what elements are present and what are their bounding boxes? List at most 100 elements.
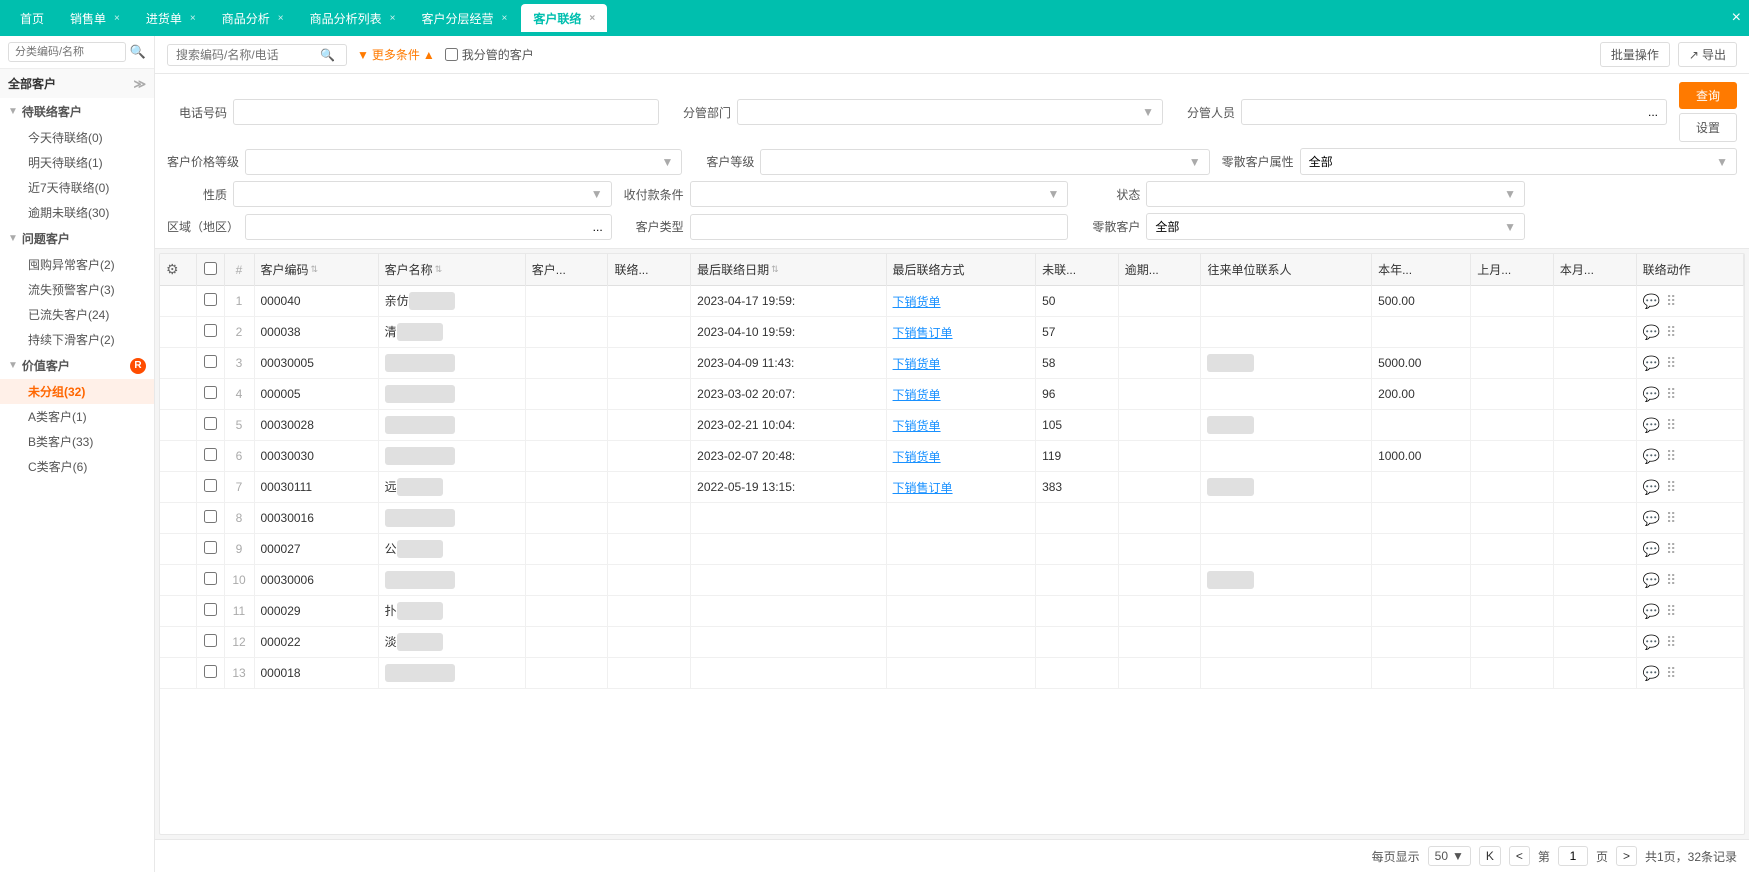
cell-checkbox[interactable] [196,317,224,348]
nav-tab-customer-contact[interactable]: 客户联络 × [521,4,607,32]
sidebar-item-class-b[interactable]: B类客户(33) [0,429,154,454]
sidebar-item-overdue[interactable]: 逾期未联络(30) [0,200,154,225]
phone-input[interactable] [233,99,659,125]
page-number-input[interactable] [1558,846,1588,866]
cell-checkbox[interactable] [196,472,224,503]
action-grid-icon[interactable]: ⠿ [1666,541,1676,558]
cell-checkbox[interactable] [196,627,224,658]
nav-tab-product-list-close[interactable]: × [390,13,396,24]
retail-customer-input[interactable]: 全部 ▼ [1146,213,1525,240]
nav-tab-sales[interactable]: 销售单 × [58,4,132,32]
cell-checkbox[interactable] [196,503,224,534]
action-grid-icon[interactable]: ⠿ [1666,293,1676,310]
action-comment-icon[interactable]: 💬 [1643,386,1660,403]
sidebar-group-value[interactable]: ▼ 价值客户 R [0,352,154,379]
sidebar-search-input[interactable] [8,42,126,62]
action-comment-icon[interactable]: 💬 [1643,603,1660,620]
action-grid-icon[interactable]: ⠿ [1666,448,1676,465]
col-customer-code[interactable]: 客户编码⇅ [254,254,378,286]
cell-checkbox[interactable] [196,658,224,689]
cell-checkbox[interactable] [196,534,224,565]
sidebar-group-problem[interactable]: ▼ 问题客户 [0,225,154,252]
status-input[interactable]: ▼ [1146,181,1525,207]
cell-checkbox[interactable] [196,441,224,472]
nav-tab-customer-tier-close[interactable]: × [501,13,507,24]
row-checkbox[interactable] [204,293,217,306]
filter-my-customers[interactable]: 我分管的客户 [445,46,534,63]
row-checkbox[interactable] [204,417,217,430]
col-checkbox[interactable] [196,254,224,286]
action-grid-icon[interactable]: ⠿ [1666,324,1676,341]
filter-search-box[interactable]: 🔍 [167,44,347,66]
cell-checkbox[interactable] [196,565,224,596]
nav-tab-purchase[interactable]: 进货单 × [134,4,208,32]
row-checkbox[interactable] [204,355,217,368]
first-page-button[interactable]: K [1479,846,1501,866]
last-method-link[interactable]: 下销售订单 [893,326,953,340]
query-button[interactable]: 查询 [1679,82,1737,109]
cell-checkbox[interactable] [196,379,224,410]
price-level-input[interactable]: ▼ [245,149,682,175]
gear-icon[interactable]: ⚙ [166,261,179,277]
row-checkbox[interactable] [204,541,217,554]
row-checkbox[interactable] [204,386,217,399]
cell-checkbox[interactable] [196,286,224,317]
nav-tab-product-analysis-close[interactable]: × [278,13,284,24]
nav-tab-product-analysis[interactable]: 商品分析 × [210,4,296,32]
last-method-link[interactable]: 下销货单 [893,357,941,371]
action-comment-icon[interactable]: 💬 [1643,448,1660,465]
filter-search-icon[interactable]: 🔍 [320,48,335,62]
sidebar-item-tomorrow[interactable]: 明天待联络(1) [0,150,154,175]
sidebar-group-pending[interactable]: ▼ 待联络客户 [0,98,154,125]
action-comment-icon[interactable]: 💬 [1643,634,1660,651]
nav-tab-home[interactable]: 首页 [8,4,56,32]
action-grid-icon[interactable]: ⠿ [1666,479,1676,496]
nav-tab-product-list[interactable]: 商品分析列表 × [298,4,408,32]
customer-type-input[interactable] [690,214,1069,240]
sidebar-item-today[interactable]: 今天待联络(0) [0,125,154,150]
batch-op-button[interactable]: 批量操作 [1600,42,1670,67]
row-checkbox[interactable] [204,448,217,461]
action-comment-icon[interactable]: 💬 [1643,665,1660,682]
sidebar-item-churn-warning[interactable]: 流失预警客户(3) [0,277,154,302]
level-input[interactable]: ▼ [760,149,1209,175]
sidebar-item-class-c[interactable]: C类客户(6) [0,454,154,479]
action-grid-icon[interactable]: ⠿ [1666,355,1676,372]
last-method-link[interactable]: 下销货单 [893,295,941,309]
action-comment-icon[interactable]: 💬 [1643,572,1660,589]
action-comment-icon[interactable]: 💬 [1643,479,1660,496]
action-comment-icon[interactable]: 💬 [1643,355,1660,372]
prev-page-button[interactable]: < [1509,846,1530,866]
row-checkbox[interactable] [204,479,217,492]
action-comment-icon[interactable]: 💬 [1643,417,1660,434]
nav-tab-purchase-close[interactable]: × [190,13,196,24]
action-grid-icon[interactable]: ⠿ [1666,603,1676,620]
my-customers-checkbox[interactable] [445,48,458,61]
action-grid-icon[interactable]: ⠿ [1666,510,1676,527]
col-gear[interactable]: ⚙ [160,254,196,286]
sidebar-item-declining[interactable]: 持续下滑客户(2) [0,327,154,352]
col-customer-name[interactable]: 客户名称⇅ [378,254,525,286]
retail-attr-input[interactable]: 全部 ▼ [1300,148,1737,175]
row-checkbox[interactable] [204,510,217,523]
nature-input[interactable]: ▼ [233,181,612,207]
manager-input[interactable]: ... [1241,99,1667,125]
filter-more-conditions[interactable]: ▼ 更多条件 ▲ [357,46,435,63]
close-all-tabs[interactable]: × [1732,9,1741,27]
payment-input[interactable]: ▼ [690,181,1069,207]
action-grid-icon[interactable]: ⠿ [1666,417,1676,434]
last-method-link[interactable]: 下销货单 [893,388,941,402]
sidebar-item-ungroup[interactable]: 未分组(32) [0,379,154,404]
row-checkbox[interactable] [204,665,217,678]
nav-tab-sales-close[interactable]: × [114,13,120,24]
cell-checkbox[interactable] [196,596,224,627]
row-checkbox[interactable] [204,324,217,337]
action-comment-icon[interactable]: 💬 [1643,324,1660,341]
nav-tab-customer-contact-close[interactable]: × [589,13,595,24]
row-checkbox[interactable] [204,634,217,647]
last-method-link[interactable]: 下销售订单 [893,481,953,495]
sidebar-item-class-a[interactable]: A类客户(1) [0,404,154,429]
action-comment-icon[interactable]: 💬 [1643,293,1660,310]
reset-button[interactable]: 设置 [1679,113,1737,142]
sidebar-item-churned[interactable]: 已流失客户(24) [0,302,154,327]
